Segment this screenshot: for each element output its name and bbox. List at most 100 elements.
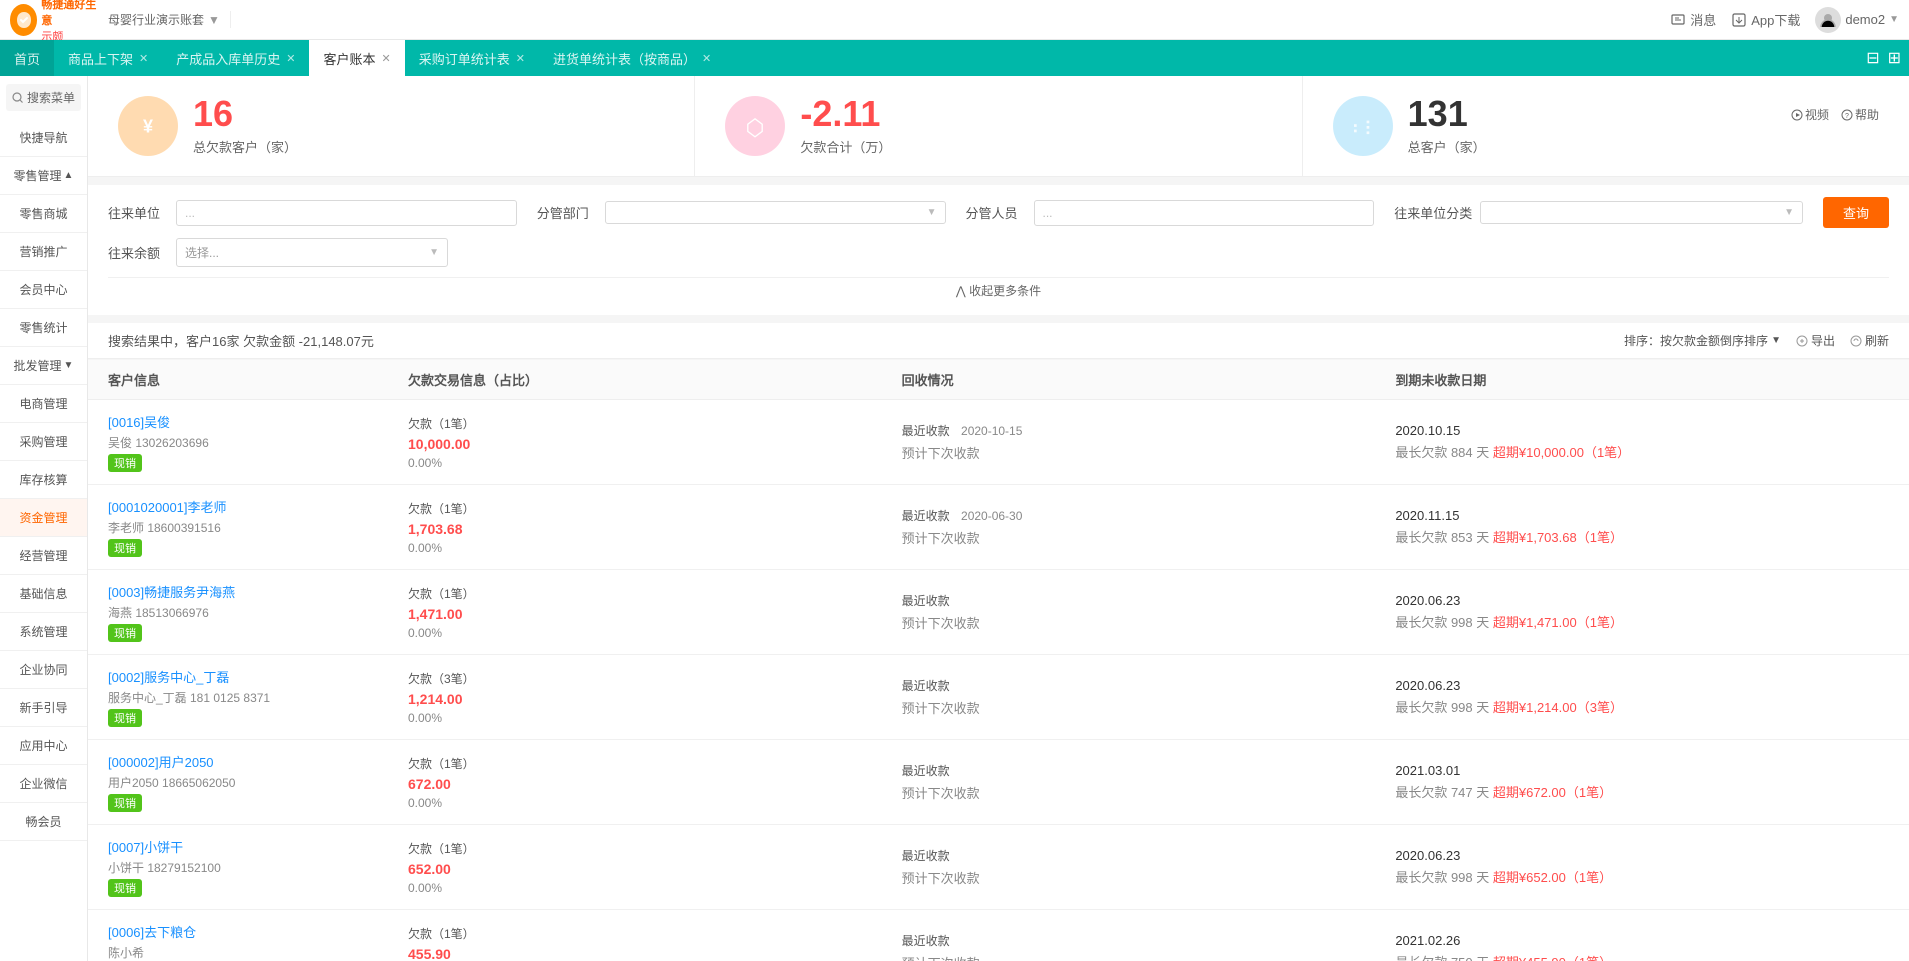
- customer-tag-4: 现销: [108, 794, 142, 812]
- app-download-button[interactable]: App下载: [1731, 10, 1800, 29]
- debt-amount-4[interactable]: 672.00: [408, 776, 902, 792]
- overdue-amount-link-4[interactable]: 超期¥672.00（1笔）: [1493, 785, 1612, 800]
- sidebar-item-xinshou[interactable]: 新手引导: [0, 689, 87, 727]
- sidebar-item-shangcheng[interactable]: 零售商城: [0, 195, 87, 233]
- recovery-5: 最近收款 预计下次收款: [902, 847, 1396, 887]
- logo-area: 畅捷通好生意 示颇: [10, 0, 98, 44]
- table-row: [0016]吴俊 吴俊 13026203696 现销 欠款（1笔） 10,000…: [88, 400, 1909, 485]
- tab-close-icon[interactable]: ✕: [516, 52, 525, 65]
- tenant-selector[interactable]: 母婴行业演示账套 ▼: [98, 11, 231, 28]
- sidebar-item-yingxiao[interactable]: 营销推广: [0, 233, 87, 271]
- sidebar-item-xitong[interactable]: 系统管理: [0, 613, 87, 651]
- sidebar-item-lingshou[interactable]: 零售管理 ▲: [0, 157, 87, 195]
- customer-phone-5: 小饼干 18279152100: [108, 859, 408, 876]
- collapse-filter-button[interactable]: ⋀ 收起更多条件: [108, 277, 1889, 303]
- summary-card-debt-total: -2.11 欠款合计（万）: [695, 76, 1302, 176]
- tab-product-listing[interactable]: 商品上下架 ✕: [54, 40, 162, 76]
- sidebar-item-changhui[interactable]: 畅会员: [0, 803, 87, 841]
- sidebar-item-qiye-xietong[interactable]: 企业协同: [0, 651, 87, 689]
- overdue-amount-link-5[interactable]: 超期¥652.00（1笔）: [1493, 870, 1612, 885]
- chevron-down-icon: ▼: [1784, 207, 1794, 218]
- overdue-amount-link-1[interactable]: 超期¥1,703.68（1笔）: [1493, 530, 1623, 545]
- sidebar-item-zijin[interactable]: 资金管理: [0, 499, 87, 537]
- sidebar-item-huiyuan[interactable]: 会员中心: [0, 271, 87, 309]
- export-button[interactable]: 导出: [1796, 332, 1835, 349]
- col-overdue: 到期未收款日期: [1395, 370, 1889, 389]
- result-bar: 搜索结果中，客户16家 欠款金额 -21,148.07元 排序：按欠款金额倒序排…: [88, 323, 1909, 359]
- tab-close-icon[interactable]: ✕: [702, 52, 711, 65]
- customer-name-0[interactable]: [0016]吴俊: [108, 412, 408, 431]
- sidebar-item-lingshou-tongji[interactable]: 零售统计: [0, 309, 87, 347]
- summary-card-debt-customers: ¥ 16 总欠款客户（家）: [88, 76, 695, 176]
- tab-maximize-icon[interactable]: ⊞: [1888, 48, 1901, 68]
- refresh-button[interactable]: 刷新: [1850, 332, 1889, 349]
- recovery-3: 最近收款 预计下次收款: [902, 677, 1396, 717]
- col-debt-info: 欠款交易信息（占比）: [408, 370, 902, 389]
- user-avatar[interactable]: demo2 ▼: [1815, 7, 1899, 33]
- debt-amount-6[interactable]: 455.90: [408, 946, 902, 961]
- sidebar-item-yingyong[interactable]: 应用中心: [0, 727, 87, 765]
- result-summary: 搜索结果中，客户16家 欠款金额 -21,148.07元: [108, 331, 374, 350]
- sidebar-item-pifa[interactable]: 批发管理 ▼: [0, 347, 87, 385]
- search-button[interactable]: 查询: [1823, 197, 1889, 228]
- sidebar-item-dianshang[interactable]: 电商管理: [0, 385, 87, 423]
- customer-name-3[interactable]: [0002]服务中心_丁磊: [108, 667, 408, 686]
- sidebar-item-kuaijie[interactable]: 快捷导航: [0, 119, 87, 157]
- recovery-1: 最近收款 2020-06-30 预计下次收款: [902, 507, 1396, 547]
- overdue-0: 2020.10.15 最长欠款 884 天 超期¥10,000.00（1笔）: [1395, 423, 1889, 461]
- table-row: [0001020001]李老师 李老师 18600391516 现销 欠款（1笔…: [88, 485, 1909, 570]
- message-button[interactable]: 消息: [1670, 10, 1716, 29]
- video-button[interactable]: 视频: [1791, 106, 1829, 123]
- debt-amount-0[interactable]: 10,000.00: [408, 436, 902, 452]
- sidebar: 搜索菜单 快捷导航 零售管理 ▲ 零售商城 营销推广 会员中心 零售统计: [0, 76, 88, 961]
- customer-name-6[interactable]: [0006]去下粮仓: [108, 922, 408, 941]
- tab-close-icon[interactable]: ✕: [382, 52, 391, 65]
- sidebar-search-area: 搜索菜单: [0, 76, 87, 119]
- filter-person-input[interactable]: ...: [1034, 200, 1375, 226]
- filter-balance-select[interactable]: 选择... ▼: [176, 238, 448, 267]
- sidebar-item-jingying[interactable]: 经营管理: [0, 537, 87, 575]
- tab-home[interactable]: 首页: [0, 40, 54, 76]
- tab-bar-end: ⊟ ⊞: [1858, 40, 1909, 76]
- customer-name-5[interactable]: [0007]小饼干: [108, 837, 408, 856]
- tab-minimize-icon[interactable]: ⊟: [1866, 48, 1879, 68]
- overdue-amount-link-6[interactable]: 超期¥455.90（1笔）: [1493, 955, 1612, 961]
- customer-name-4[interactable]: [000002]用户2050: [108, 752, 408, 771]
- overdue-amount-link-3[interactable]: 超期¥1,214.00（3笔）: [1493, 700, 1623, 715]
- tab-purchase-by-product[interactable]: 进货单统计表（按商品） ✕: [539, 40, 725, 76]
- card-info-customers: 16 总欠款客户（家）: [193, 96, 664, 156]
- debt-amount-5[interactable]: 652.00: [408, 861, 902, 877]
- sidebar-item-jichuxinxi[interactable]: 基础信息: [0, 575, 87, 613]
- overdue-amount-link-2[interactable]: 超期¥1,471.00（1笔）: [1493, 615, 1623, 630]
- customer-name-2[interactable]: [0003]畅捷服务尹海燕: [108, 582, 408, 601]
- col-recovery: 回收情况: [902, 370, 1396, 389]
- sidebar-search-button[interactable]: 搜索菜单: [6, 84, 81, 111]
- debt-amount-2[interactable]: 1,471.00: [408, 606, 902, 622]
- overdue-1: 2020.11.15 最长欠款 853 天 超期¥1,703.68（1笔）: [1395, 508, 1889, 546]
- filter-person: 分管人员 ...: [966, 200, 1375, 226]
- tab-close-icon[interactable]: ✕: [139, 52, 148, 65]
- overdue-2: 2020.06.23 最长欠款 998 天 超期¥1,471.00（1笔）: [1395, 593, 1889, 631]
- svg-text:?: ?: [1845, 113, 1849, 120]
- tab-close-icon[interactable]: ✕: [286, 52, 295, 65]
- customer-name-1[interactable]: [0001020001]李老师: [108, 497, 408, 516]
- filter-dept-select[interactable]: ▼: [605, 201, 946, 224]
- debt-amount-1[interactable]: 1,703.68: [408, 521, 902, 537]
- recovery-4: 最近收款 预计下次收款: [902, 762, 1396, 802]
- filter-category-select[interactable]: ▼: [1480, 201, 1803, 224]
- debt-amount-3[interactable]: 1,214.00: [408, 691, 902, 707]
- tab-product-history[interactable]: 产成品入库单历史 ✕: [162, 40, 309, 76]
- help-button[interactable]: ? 帮助: [1841, 106, 1879, 123]
- sidebar-item-weixin[interactable]: 企业微信: [0, 765, 87, 803]
- top-right-actions: 消息 App下载 demo2 ▼: [1670, 7, 1899, 33]
- summary-card-total-customers: 131 总客户（家） 视频 ? 帮助: [1303, 76, 1909, 176]
- overdue-amount-link-0[interactable]: 超期¥10,000.00（1笔）: [1493, 445, 1630, 460]
- content-area: ¥ 16 总欠款客户（家）: [88, 76, 1909, 961]
- filter-customer-input[interactable]: ...: [176, 200, 517, 226]
- tenant-dropdown-icon: ▼: [208, 13, 220, 27]
- table-row: [0006]去下粮仓 陈小希 现销 欠款（1笔） 455.90 0.00% 最近…: [88, 910, 1909, 961]
- sidebar-item-kucun[interactable]: 库存核算: [0, 461, 87, 499]
- tab-purchase-stats[interactable]: 采购订单统计表 ✕: [405, 40, 539, 76]
- tab-customer-account[interactable]: 客户账本 ✕: [309, 40, 404, 76]
- sidebar-item-caigou[interactable]: 采购管理: [0, 423, 87, 461]
